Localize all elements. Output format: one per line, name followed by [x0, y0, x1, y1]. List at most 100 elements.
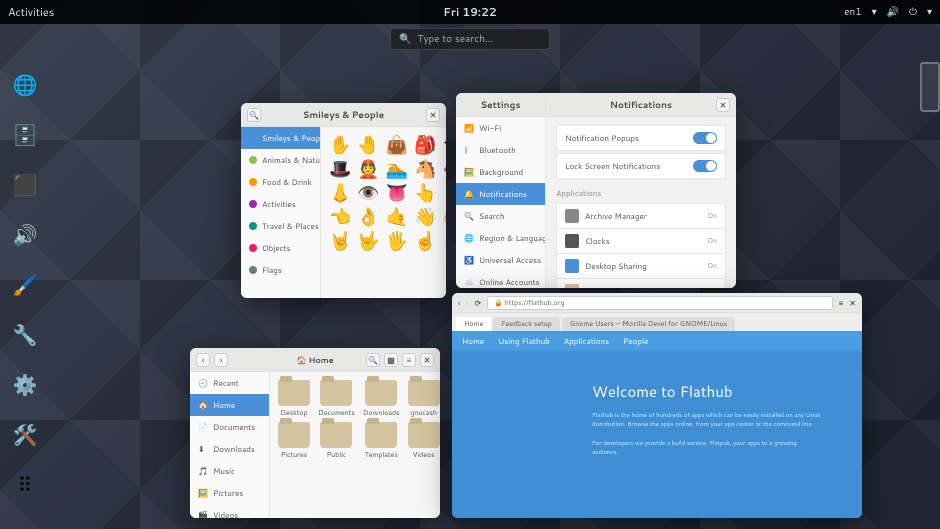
close-icon[interactable]: ✕ [849, 297, 856, 309]
dock-tools[interactable]: 🛠️ [8, 418, 42, 452]
files-sidebar-item[interactable]: 🎬Videos [190, 504, 269, 518]
emoji-cell[interactable]: 👄 [443, 159, 446, 177]
dock-extensions[interactable]: ⚙️ [8, 368, 42, 402]
files-sidebar-item[interactable]: 🏠Home [190, 394, 269, 416]
search-icon[interactable]: 🔍 [366, 353, 380, 367]
category-item[interactable]: Food & Drink [241, 171, 320, 193]
category-item[interactable]: Flags [241, 259, 320, 281]
toggle-switch[interactable] [693, 132, 717, 144]
app-notification-row[interactable]: FilesOn [556, 278, 726, 288]
emoji-cell[interactable]: 🤚 [357, 135, 379, 153]
files-sidebar-item[interactable]: 🎵Music [190, 460, 269, 482]
folder-item[interactable]: gnucash [408, 380, 440, 418]
back-icon[interactable]: ‹ [196, 353, 210, 367]
emoji-cell[interactable]: 👇 [443, 183, 446, 201]
clock[interactable]: Fri 19:22 [443, 4, 496, 20]
site-nav-link[interactable]: Home [462, 335, 484, 347]
settings-window[interactable]: Settings Notifications ✕ 📶Wi-FiᛒBluetoot… [456, 93, 736, 288]
volume-icon[interactable]: 🔊 [887, 5, 899, 19]
emoji-cell[interactable]: 👈 [329, 207, 351, 225]
browser-window[interactable]: ‹ › ⟳ 🔒 https://flathub.org ≡ ✕ HomeFeed… [452, 293, 862, 518]
emoji-cell[interactable]: 👁️ [357, 183, 379, 201]
settings-sidebar-item[interactable]: ♿Universal Access [456, 249, 545, 271]
close-icon[interactable]: ✕ [426, 108, 440, 122]
emoji-cell[interactable]: 🎓 [443, 135, 446, 153]
dock-terminal[interactable]: ⬛ [8, 168, 42, 202]
forward-icon[interactable]: › [214, 353, 228, 367]
site-nav-link[interactable]: Using Flathub [498, 335, 550, 347]
url-bar[interactable]: 🔒 https://flathub.org [487, 296, 832, 310]
settings-sidebar-item[interactable]: 🔍Search [456, 205, 545, 227]
workspace-thumbnail[interactable] [920, 62, 940, 112]
emoji-cell[interactable]: 👜 [386, 135, 408, 153]
emoji-cell[interactable]: 👉 [443, 207, 446, 225]
emoji-cell[interactable]: 👋 [414, 207, 436, 225]
files-sidebar-item[interactable]: 🕘Recent [190, 372, 269, 394]
emoji-cell[interactable]: 🤘 [329, 231, 351, 249]
app-notification-row[interactable]: Desktop SharingOn [556, 253, 726, 279]
files-sidebar-item[interactable]: ⬇Downloads [190, 438, 269, 460]
folder-item[interactable]: Templates [363, 422, 400, 460]
files-sidebar-item[interactable]: 📄Documents [190, 416, 269, 438]
emoji-cell[interactable]: 🎒 [414, 135, 436, 153]
emoji-cell[interactable]: 🐴 [414, 159, 436, 177]
dock-gimp[interactable]: 🖌️ [8, 268, 42, 302]
app-notification-row[interactable]: Archive ManagerOn [556, 203, 726, 229]
emoji-cell[interactable]: 👍 [443, 231, 446, 249]
category-item[interactable]: Animals & Nature [241, 149, 320, 171]
toggle-switch[interactable] [693, 160, 717, 172]
category-item[interactable]: Activities [241, 193, 320, 215]
power-icon[interactable]: ⏻ [909, 5, 917, 19]
folder-item[interactable]: Videos [408, 422, 440, 460]
emoji-cell[interactable]: 🤟 [357, 231, 379, 249]
settings-sidebar-item[interactable]: 🌐Region & Language [456, 227, 545, 249]
emoji-cell[interactable]: 👆 [414, 183, 436, 201]
toggle-row[interactable]: Lock Screen Notifications [556, 153, 726, 179]
dock-web-browser[interactable]: 🌐 [8, 68, 42, 102]
folder-item[interactable]: Pictures [278, 422, 310, 460]
settings-sidebar-item[interactable]: 🔔Notifications [456, 183, 545, 205]
locale-indicator[interactable]: en1 [844, 5, 861, 19]
search-icon[interactable]: 🔍 [247, 108, 261, 122]
emoji-cell[interactable]: 👌 [357, 207, 379, 225]
dock-rhythmbox[interactable]: 🔊 [8, 218, 42, 252]
settings-sidebar-item[interactable]: 🖼️Background [456, 161, 545, 183]
files-window[interactable]: ‹ › 🏠 Home 🔍 ▦ ≡ ✕ 🕘Recent🏠Home📄Document… [190, 348, 440, 518]
close-icon[interactable]: ✕ [420, 353, 434, 367]
site-nav-link[interactable]: Applications [564, 335, 609, 347]
browser-tab[interactable]: Gnome Users — Mozilla Devel for GNOME/Li… [562, 317, 735, 331]
emoji-cell[interactable]: 👃 [329, 183, 351, 201]
site-nav-link[interactable]: People [623, 335, 648, 347]
activities-button[interactable]: Activities [8, 4, 54, 20]
app-notification-row[interactable]: ClocksOn [556, 228, 726, 254]
reload-icon[interactable]: ⟳ [474, 297, 481, 309]
emoji-cell[interactable]: ✋ [329, 135, 351, 153]
emoji-cell[interactable]: 🖐️ [386, 231, 408, 249]
characters-window[interactable]: 🔍 Smileys & People ✕ Smileys & PeopleAni… [241, 103, 446, 298]
menu-icon[interactable]: ≡ [839, 297, 844, 309]
toggle-row[interactable]: Notification Popups [556, 125, 726, 151]
category-item[interactable]: Objects [241, 237, 320, 259]
files-sidebar-item[interactable]: 🖼️Pictures [190, 482, 269, 504]
emoji-cell[interactable]: 👅 [386, 183, 408, 201]
back-icon[interactable]: ‹ [458, 297, 460, 309]
menu-icon[interactable]: ≡ [402, 353, 416, 367]
folder-item[interactable]: Documents [318, 380, 355, 418]
close-icon[interactable]: ✕ [716, 98, 730, 112]
dock-apps-grid[interactable]: ⠿ [8, 468, 42, 502]
emoji-cell[interactable]: 🏊 [386, 159, 408, 177]
category-item[interactable]: Smileys & People [241, 127, 320, 149]
browser-tab[interactable]: Home [456, 317, 491, 331]
emoji-cell[interactable]: 👲 [357, 159, 379, 177]
emoji-cell[interactable]: 🤙 [386, 207, 408, 225]
settings-sidebar-item[interactable]: ᛒBluetooth [456, 139, 545, 161]
folder-item[interactable]: Desktop [278, 380, 310, 418]
folder-item[interactable]: Downloads [363, 380, 400, 418]
browser-tab[interactable]: Feedback setup [493, 317, 560, 331]
category-item[interactable]: Travel & Places [241, 215, 320, 237]
emoji-cell[interactable]: ☝️ [414, 231, 436, 249]
settings-sidebar-item[interactable]: 📶Wi-Fi [456, 117, 545, 139]
emoji-cell[interactable]: 🎩 [329, 159, 351, 177]
dock-files[interactable]: 🗄️ [8, 118, 42, 152]
folder-item[interactable]: Public [318, 422, 355, 460]
